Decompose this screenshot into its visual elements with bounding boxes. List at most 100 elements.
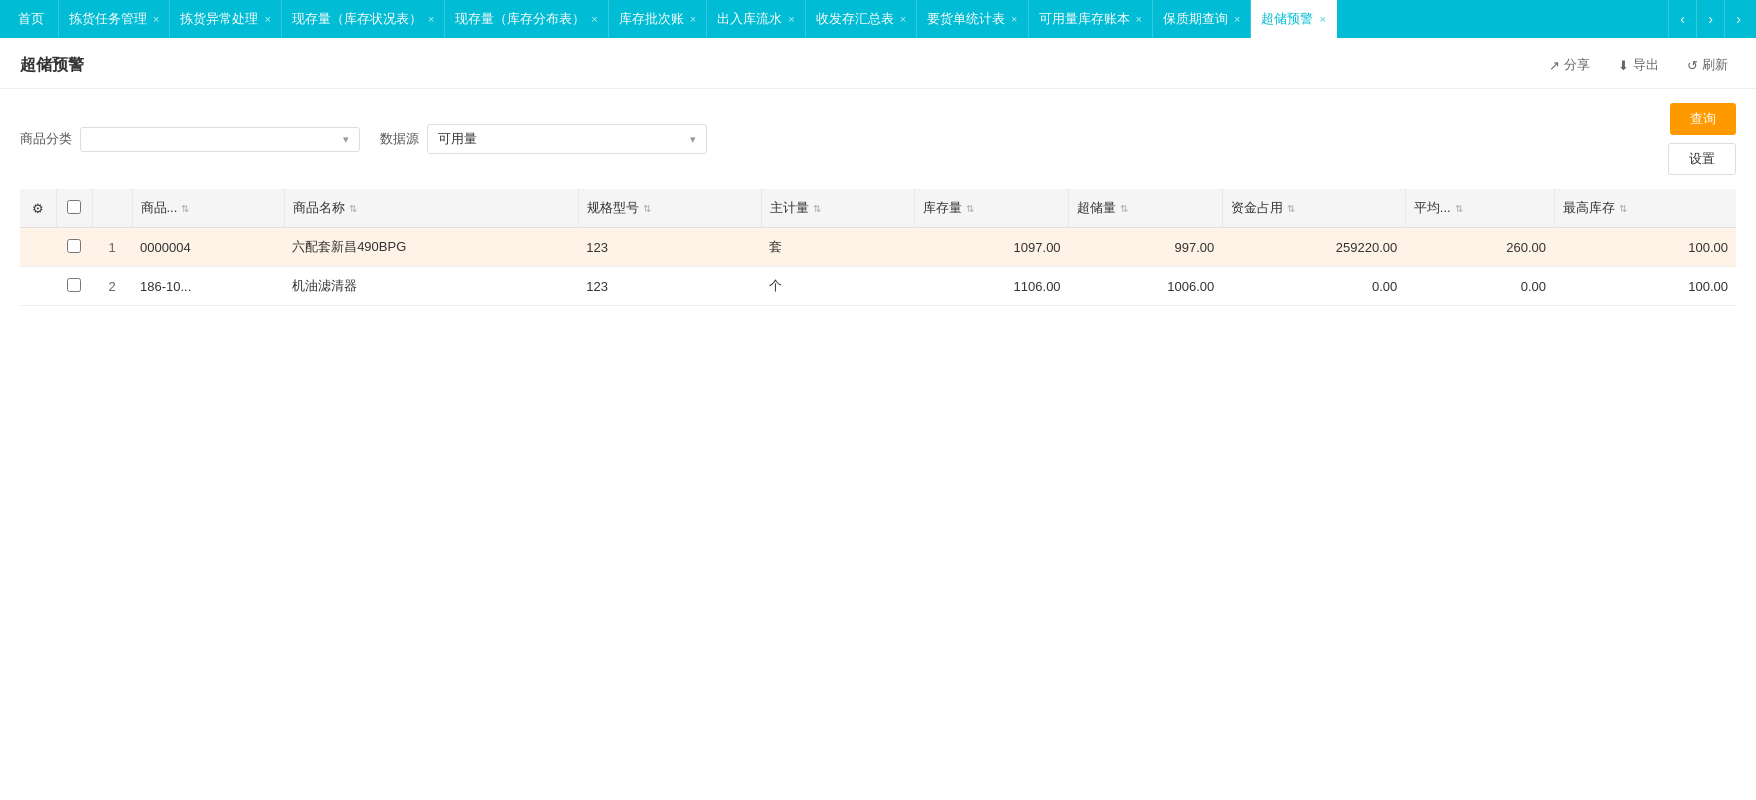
table-row: 2 186-10... 机油滤清器 123 个 1106.00 1006.00 … [20, 267, 1736, 306]
close-icon[interactable]: × [591, 13, 597, 25]
settings-button[interactable]: 设置 [1668, 143, 1736, 175]
row-checkbox[interactable] [67, 239, 81, 253]
export-button[interactable]: ⬇ 导出 [1610, 52, 1667, 78]
row-unit: 套 [761, 228, 915, 267]
table-body: 1 0000004 六配套新昌490BPG 123 套 1097.00 997.… [20, 228, 1736, 306]
nav-tab-3[interactable]: 现存量（库存分布表） × [445, 0, 608, 38]
nav-next-arrow[interactable]: › [1696, 0, 1724, 38]
select-all-checkbox[interactable] [67, 200, 81, 214]
sort-icon: ⇅ [1120, 203, 1128, 214]
close-icon[interactable]: × [1136, 13, 1142, 25]
row-capital: 0.00 [1222, 267, 1405, 306]
nav-tab-1[interactable]: 拣货异常处理 × [170, 0, 281, 38]
sort-icon: ⇅ [349, 203, 357, 214]
refresh-button[interactable]: ↺ 刷新 [1679, 52, 1736, 78]
nav-tab-2[interactable]: 现存量（库存状况表） × [282, 0, 445, 38]
chevron-down-icon: ▾ [690, 133, 696, 146]
row-name: 六配套新昌490BPG [284, 228, 578, 267]
th-unit[interactable]: 主计量 ⇅ [761, 189, 915, 228]
datasource-filter: 数据源 可用量 ▾ [380, 124, 707, 154]
th-gear: ⚙ [20, 189, 56, 228]
row-name: 机油滤清器 [284, 267, 578, 306]
row-number: 2 [92, 267, 132, 306]
nav-tab-6[interactable]: 收发存汇总表 × [806, 0, 917, 38]
close-icon[interactable]: × [264, 13, 270, 25]
filter-buttons: 查询 设置 [1668, 103, 1736, 175]
th-spec[interactable]: 规格型号 ⇅ [578, 189, 761, 228]
row-avg: 0.00 [1405, 267, 1554, 306]
nav-tab-0[interactable]: 拣货任务管理 × [59, 0, 170, 38]
th-max[interactable]: 最高库存 ⇅ [1554, 189, 1736, 228]
row-checkbox[interactable] [67, 278, 81, 292]
close-icon[interactable]: × [900, 13, 906, 25]
close-icon[interactable]: × [1319, 13, 1325, 25]
th-name[interactable]: 商品名称 ⇅ [284, 189, 578, 228]
nav-tab-7[interactable]: 要货单统计表 × [917, 0, 1028, 38]
row-code: 0000004 [132, 228, 284, 267]
sort-icon: ⇅ [181, 203, 189, 214]
gear-icon[interactable]: ⚙ [32, 201, 44, 216]
datasource-label: 数据源 [380, 130, 419, 148]
row-gear-cell [20, 267, 56, 306]
nav-tab-10[interactable]: 超储预警 × [1251, 0, 1336, 38]
row-unit: 个 [761, 267, 915, 306]
share-icon: ↗ [1549, 58, 1560, 73]
page-header: 超储预警 ↗ 分享 ⬇ 导出 ↺ 刷新 [0, 38, 1756, 89]
row-stock: 1106.00 [915, 267, 1069, 306]
datasource-select-value: 可用量 [438, 130, 477, 148]
close-icon[interactable]: × [788, 13, 794, 25]
row-max: 100.00 [1554, 228, 1736, 267]
close-icon[interactable]: × [1011, 13, 1017, 25]
th-rownum [92, 189, 132, 228]
category-select[interactable]: ▾ [80, 127, 360, 152]
nav-more-arrow[interactable]: › [1724, 0, 1752, 38]
nav-tab-8[interactable]: 可用量库存账本 × [1029, 0, 1153, 38]
row-stock: 1097.00 [915, 228, 1069, 267]
nav-tab-9[interactable]: 保质期查询 × [1153, 0, 1251, 38]
table-row: 1 0000004 六配套新昌490BPG 123 套 1097.00 997.… [20, 228, 1736, 267]
query-button[interactable]: 查询 [1670, 103, 1736, 135]
close-icon[interactable]: × [428, 13, 434, 25]
filter-area: 商品分类 ▾ 数据源 可用量 ▾ 查询 设置 [0, 89, 1756, 189]
close-icon[interactable]: × [1234, 13, 1240, 25]
nav-home[interactable]: 首页 [4, 0, 59, 38]
sort-icon: ⇅ [813, 203, 821, 214]
th-code[interactable]: 商品... ⇅ [132, 189, 284, 228]
export-icon: ⬇ [1618, 58, 1629, 73]
row-spec: 123 [578, 267, 761, 306]
close-icon[interactable]: × [690, 13, 696, 25]
row-code: 186-10... [132, 267, 284, 306]
row-number: 1 [92, 228, 132, 267]
share-button[interactable]: ↗ 分享 [1541, 52, 1598, 78]
nav-prev-arrow[interactable]: ‹ [1668, 0, 1696, 38]
sort-icon: ⇅ [1455, 203, 1463, 214]
row-over: 1006.00 [1069, 267, 1223, 306]
category-label: 商品分类 [20, 130, 72, 148]
th-over[interactable]: 超储量 ⇅ [1069, 189, 1223, 228]
row-over: 997.00 [1069, 228, 1223, 267]
row-gear-cell [20, 228, 56, 267]
row-avg: 260.00 [1405, 228, 1554, 267]
row-check-cell[interactable] [56, 228, 92, 267]
row-check-cell[interactable] [56, 267, 92, 306]
th-stock[interactable]: 库存量 ⇅ [915, 189, 1069, 228]
chevron-down-icon: ▾ [343, 133, 349, 146]
close-icon[interactable]: × [153, 13, 159, 25]
datasource-select[interactable]: 可用量 ▾ [427, 124, 707, 154]
data-table: ⚙ 商品... ⇅ 商品名称 [20, 189, 1736, 306]
sort-icon: ⇅ [1287, 203, 1295, 214]
th-capital[interactable]: 资金占用 ⇅ [1222, 189, 1405, 228]
nav-tab-4[interactable]: 库存批次账 × [609, 0, 707, 38]
sort-icon: ⇅ [1619, 203, 1627, 214]
row-max: 100.00 [1554, 267, 1736, 306]
row-capital: 259220.00 [1222, 228, 1405, 267]
page-container: 超储预警 ↗ 分享 ⬇ 导出 ↺ 刷新 商品分类 ▾ 数据源 [0, 38, 1756, 800]
th-check [56, 189, 92, 228]
header-actions: ↗ 分享 ⬇ 导出 ↺ 刷新 [1541, 52, 1736, 78]
category-filter: 商品分类 ▾ [20, 127, 360, 152]
nav-tab-5[interactable]: 出入库流水 × [707, 0, 805, 38]
th-avg[interactable]: 平均... ⇅ [1405, 189, 1554, 228]
page-title: 超储预警 [20, 55, 84, 76]
sort-icon: ⇅ [643, 203, 651, 214]
nav-arrows: ‹ › › [1668, 0, 1752, 38]
